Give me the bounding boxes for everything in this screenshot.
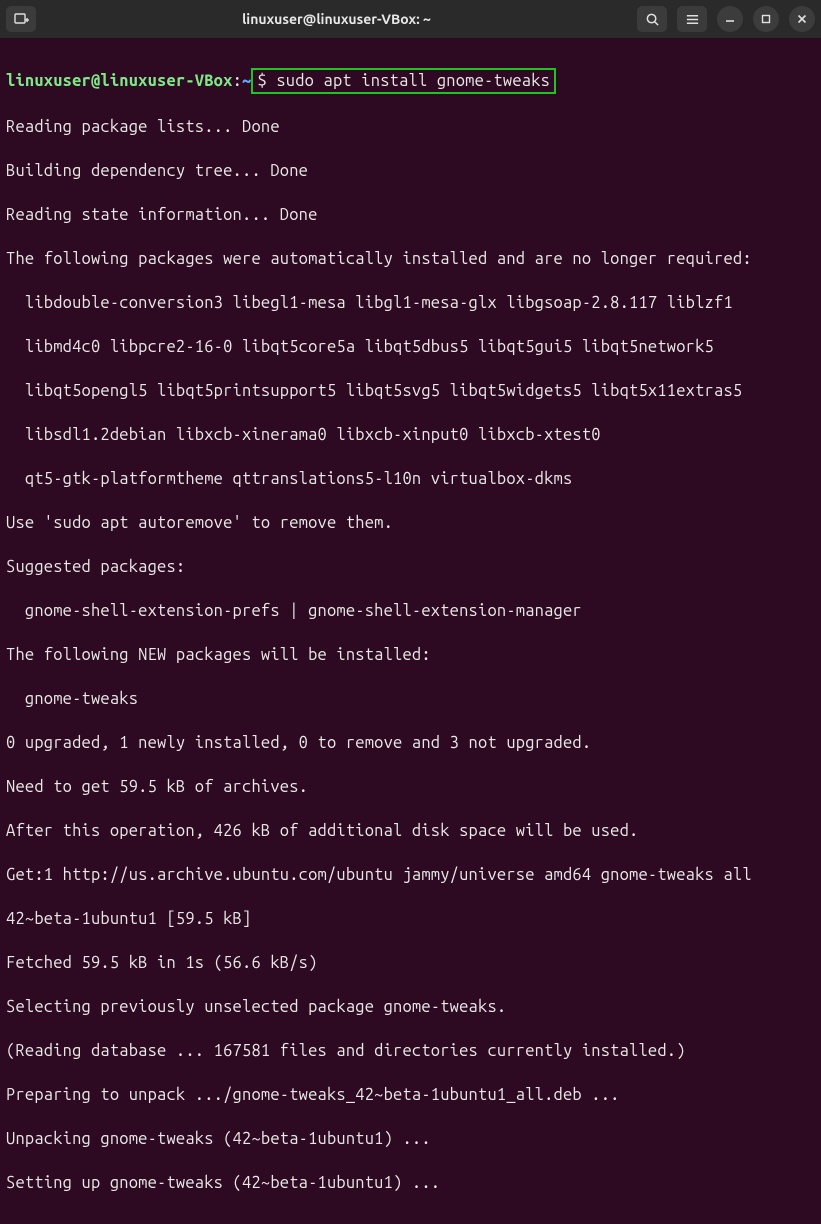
- output-line: Reading package lists... Done: [6, 116, 815, 138]
- output-line: The following packages were automaticall…: [6, 248, 815, 270]
- prompt-user: linuxuser@linuxuser-VBox: [6, 72, 233, 90]
- prompt-colon: :: [233, 72, 242, 90]
- output-line: Unpacking gnome-tweaks (42~beta-1ubuntu1…: [6, 1128, 815, 1150]
- output-line: qt5-gtk-platformtheme qttranslations5-l1…: [6, 468, 815, 490]
- minimize-button[interactable]: [717, 6, 743, 32]
- output-line: Suggested packages:: [6, 556, 815, 578]
- titlebar-left: [6, 6, 36, 32]
- output-line: gnome-shell-extension-prefs | gnome-shel…: [6, 600, 815, 622]
- hamburger-icon: [685, 12, 700, 27]
- titlebar: linuxuser@linuxuser-VBox: ~: [0, 0, 821, 38]
- maximize-button[interactable]: [753, 6, 779, 32]
- search-button[interactable]: [637, 6, 667, 32]
- close-button[interactable]: [789, 6, 815, 32]
- search-icon: [645, 12, 660, 27]
- command-highlight: $ sudo apt install gnome-tweaks: [251, 68, 556, 94]
- output-line: Selecting previously unselected package …: [6, 996, 815, 1018]
- output-line: After this operation, 426 kB of addition…: [6, 820, 815, 842]
- output-line: Get:1 http://us.archive.ubuntu.com/ubunt…: [6, 864, 815, 886]
- output-line: libsdl1.2debian libxcb-xinerama0 libxcb-…: [6, 424, 815, 446]
- prompt-path: ~: [242, 72, 251, 90]
- maximize-icon: [760, 13, 772, 25]
- new-tab-icon: [13, 11, 29, 27]
- window-title: linuxuser@linuxuser-VBox: ~: [42, 11, 631, 27]
- output-line: 0 upgraded, 1 newly installed, 0 to remo…: [6, 732, 815, 754]
- new-tab-button[interactable]: [6, 6, 36, 32]
- output-line: Reading state information... Done: [6, 204, 815, 226]
- output-line: gnome-tweaks: [6, 688, 815, 710]
- output-line: Setting up gnome-tweaks (42~beta-1ubuntu…: [6, 1172, 815, 1194]
- output-line: 42~beta-1ubuntu1 [59.5 kB]: [6, 908, 815, 930]
- terminal-output[interactable]: linuxuser@linuxuser-VBox:~$ sudo apt ins…: [0, 38, 821, 1224]
- menu-button[interactable]: [677, 6, 707, 32]
- output-line: Building dependency tree... Done: [6, 160, 815, 182]
- prompt-line: linuxuser@linuxuser-VBox:~$ sudo apt ins…: [6, 68, 815, 94]
- titlebar-right: [637, 6, 815, 32]
- output-line: Need to get 59.5 kB of archives.: [6, 776, 815, 798]
- output-line: Fetched 59.5 kB in 1s (56.6 kB/s): [6, 952, 815, 974]
- output-line: Use 'sudo apt autoremove' to remove them…: [6, 512, 815, 534]
- output-line: libdouble-conversion3 libegl1-mesa libgl…: [6, 292, 815, 314]
- close-icon: [796, 13, 808, 25]
- output-line: Preparing to unpack .../gnome-tweaks_42~…: [6, 1084, 815, 1106]
- output-line: The following NEW packages will be insta…: [6, 644, 815, 666]
- output-line: (Reading database ... 167581 files and d…: [6, 1040, 815, 1062]
- minimize-icon: [724, 13, 736, 25]
- output-line: libqt5opengl5 libqt5printsupport5 libqt5…: [6, 380, 815, 402]
- output-line: libmd4c0 libpcre2-16-0 libqt5core5a libq…: [6, 336, 815, 358]
